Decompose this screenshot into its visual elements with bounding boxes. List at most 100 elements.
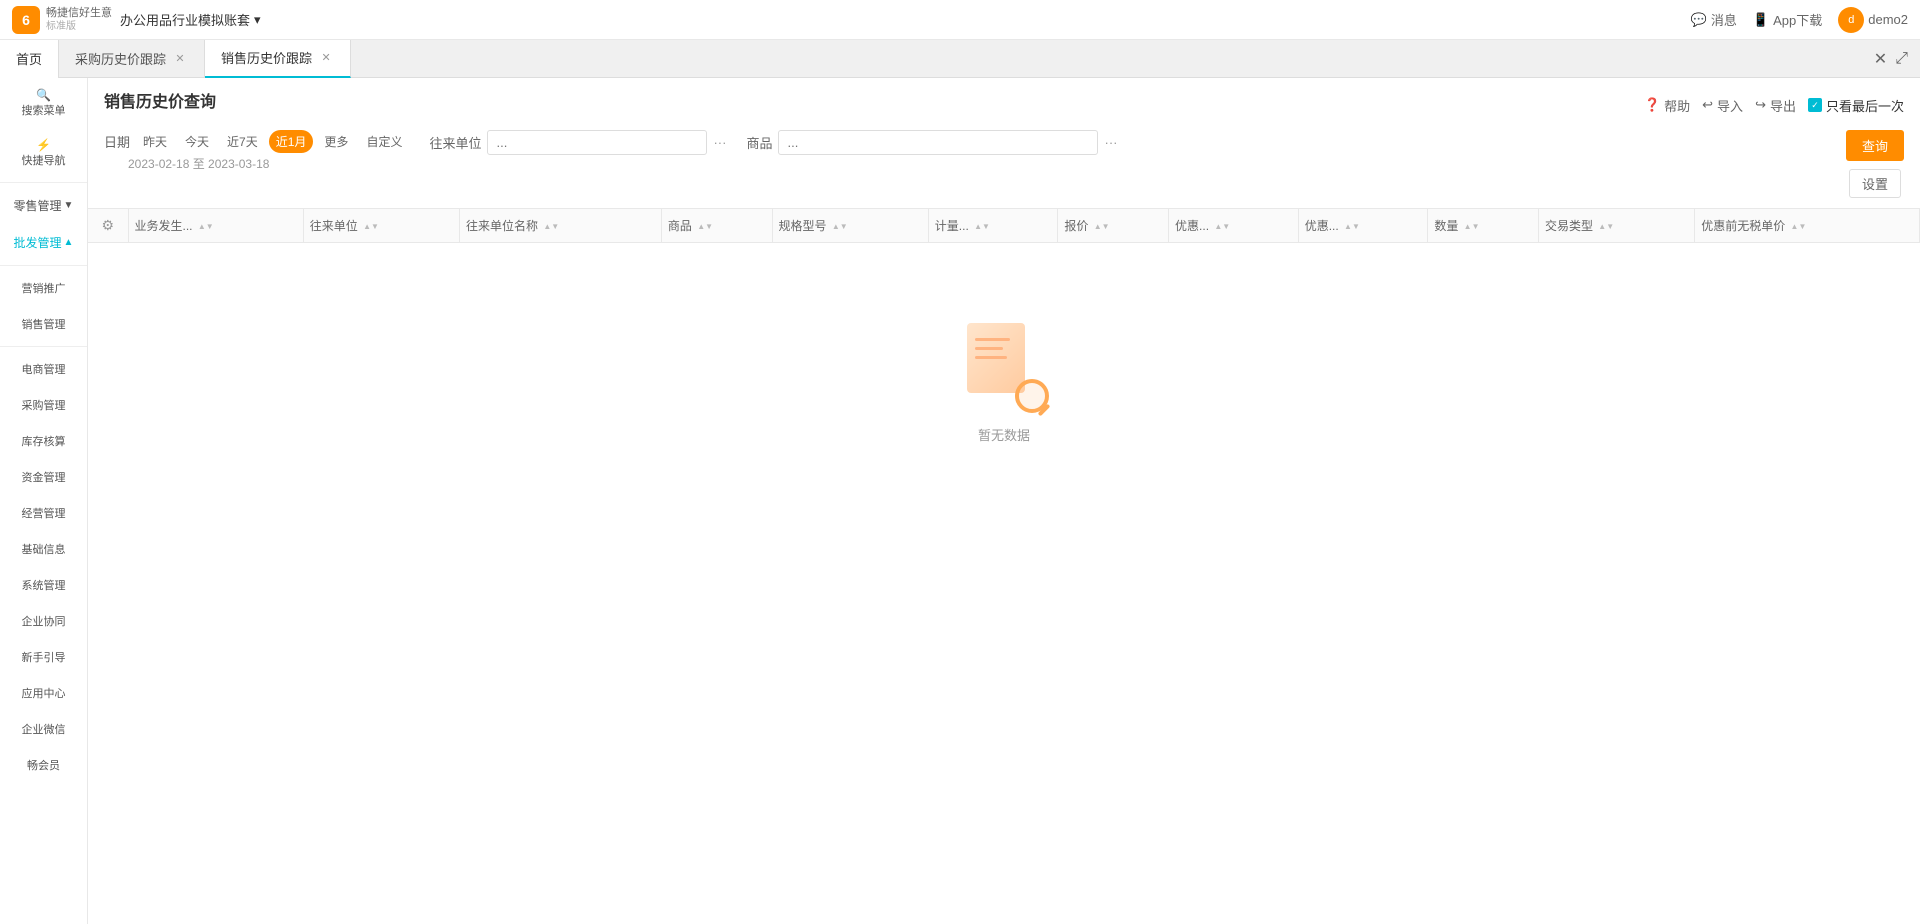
sidebar-divider-3 (0, 346, 87, 347)
th-discount2[interactable]: 优惠... ▲▼ (1298, 209, 1428, 243)
sidebar-item-ecom-mgmt[interactable]: 电商管理 (0, 351, 87, 387)
sort-icon: ▲▼ (543, 222, 559, 231)
sidebar-item-purchase-mgmt[interactable]: 采购管理 (0, 387, 87, 423)
maximize-icon[interactable]: ⤢ (1895, 50, 1908, 68)
query-button[interactable]: 查询 (1846, 130, 1904, 161)
data-table: ⚙ 业务发生... ▲▼ 往来单位 ▲▼ 往来单位名称 ▲▼ 商品 ▲▼ (88, 209, 1920, 243)
date-range-display: 2023-02-18 至 2023-03-18 (128, 155, 409, 172)
sidebar-item-retail-mgmt[interactable]: 零售管理 ▼ (0, 187, 87, 224)
sort-icon: ▲▼ (1464, 222, 1480, 231)
page-title: 销售历史价查询 (104, 88, 216, 112)
chevron-down-icon: ▾ (254, 12, 261, 28)
th-gear[interactable]: ⚙ (88, 209, 128, 243)
gear-icon[interactable]: ⚙ (101, 217, 114, 233)
th-unit[interactable]: 计量... ▲▼ (928, 209, 1058, 243)
partner-filter-group: 往来单位 ··· (429, 130, 726, 155)
product-label: 商品 (746, 133, 772, 152)
sort-icon: ▲▼ (1214, 222, 1230, 231)
search-bar: 日期 昨天 今天 近7天 近1月 更多 自定义 2023-02-18 至 202… (104, 130, 1904, 208)
sidebar-item-sales-mgmt[interactable]: 销售管理 (0, 306, 87, 342)
date-label: 日期 (104, 132, 130, 151)
th-qty[interactable]: 数量 ▲▼ (1428, 209, 1539, 243)
user-menu[interactable]: d demo2 (1838, 7, 1908, 33)
table-area: ⚙ 业务发生... ▲▼ 往来单位 ▲▼ 往来单位名称 ▲▼ 商品 ▲▼ (88, 209, 1920, 924)
sort-icon: ▲▼ (1791, 222, 1807, 231)
date-btn-today[interactable]: 今天 (178, 130, 216, 153)
product-filter-group: 商品 ··· (746, 130, 1117, 155)
logo-area: 6 畅捷信好生意 标准版 (12, 6, 112, 34)
date-btn-7days[interactable]: 近7天 (220, 130, 265, 153)
sidebar-item-vip-member[interactable]: 畅会员 (0, 747, 87, 783)
date-filter-group: 日期 昨天 今天 近7天 近1月 更多 自定义 2023-02-18 至 202… (104, 130, 409, 172)
sort-icon: ▲▼ (974, 222, 990, 231)
content-area: 销售历史价查询 ❓ 帮助 ↩ 导入 ↪ 导出 ✓ (88, 78, 1920, 924)
date-btn-more[interactable]: 更多 (317, 130, 355, 153)
th-partner-name[interactable]: 往来单位名称 ▲▼ (460, 209, 662, 243)
sidebar-item-wholesale-mgmt[interactable]: 批发管理 ▲ (0, 224, 87, 261)
sidebar-item-new-guide[interactable]: 新手引导 (0, 639, 87, 675)
tabbar-actions: ✕ ⤢ (1874, 49, 1920, 69)
close-sales-history-icon[interactable]: ✕ (318, 50, 334, 66)
tab-sales-history[interactable]: 销售历史价跟踪 ✕ (205, 40, 351, 78)
logo-text: 畅捷信好生意 标准版 (46, 6, 112, 33)
sidebar-item-quick-nav[interactable]: ⚡ 快捷导航 (0, 128, 87, 178)
th-quote[interactable]: 报价 ▲▼ (1058, 209, 1169, 243)
product-input[interactable] (778, 130, 1098, 155)
th-spec[interactable]: 规格型号 ▲▼ (772, 209, 928, 243)
sidebar-item-search-menu[interactable]: 🔍 搜索菜单 (0, 78, 87, 128)
main-layout: 🔍 搜索菜单 ⚡ 快捷导航 零售管理 ▼ 批发管理 ▲ 营销推广 销售管理 (0, 78, 1920, 924)
sort-icon: ▲▼ (697, 222, 713, 231)
sidebar-divider-2 (0, 265, 87, 266)
message-icon: 💬 (1691, 12, 1707, 28)
date-options: 昨天 今天 近7天 近1月 更多 自定义 (136, 130, 409, 153)
sidebar-item-app-center[interactable]: 应用中心 (0, 675, 87, 711)
import-button[interactable]: ↩ 导入 (1702, 96, 1743, 115)
empty-state: 暂无数据 (88, 243, 1920, 524)
content-header: 销售历史价查询 ❓ 帮助 ↩ 导入 ↪ 导出 ✓ (88, 78, 1920, 209)
partner-search-dots[interactable]: ··· (713, 135, 726, 150)
topbar-right: 💬 消息 📱 App下载 d demo2 (1691, 7, 1908, 33)
sort-icon: ▲▼ (198, 222, 214, 231)
close-all-tabs-icon[interactable]: ✕ (1874, 49, 1887, 69)
date-btn-1month[interactable]: 近1月 (269, 130, 314, 153)
close-purchase-history-icon[interactable]: ✕ (172, 51, 188, 67)
tab-purchase-history[interactable]: 采购历史价跟踪 ✕ (59, 40, 205, 78)
partner-label: 往来单位 (429, 133, 481, 152)
message-button[interactable]: 💬 消息 (1691, 10, 1737, 29)
only-last-checkbox-group[interactable]: ✓ 只看最后一次 (1808, 96, 1904, 115)
date-btn-yesterday[interactable]: 昨天 (136, 130, 174, 153)
partner-input[interactable] (487, 130, 707, 155)
sort-icon: ▲▼ (832, 222, 848, 231)
sidebar-item-enterprise-wechat[interactable]: 企业微信 (0, 711, 87, 747)
sidebar-item-marketing[interactable]: 营销推广 (0, 270, 87, 306)
sidebar: 🔍 搜索菜单 ⚡ 快捷导航 零售管理 ▼ 批发管理 ▲ 营销推广 销售管理 (0, 78, 88, 924)
export-icon: ↪ (1755, 97, 1766, 113)
settings-button[interactable]: 设置 (1849, 169, 1901, 198)
import-icon: ↩ (1702, 97, 1713, 113)
date-btn-custom[interactable]: 自定义 (359, 130, 409, 153)
logo-icon: 6 (12, 6, 40, 34)
sidebar-item-sys-mgmt[interactable]: 系统管理 (0, 567, 87, 603)
phone-icon: 📱 (1753, 12, 1769, 28)
sidebar-item-inventory[interactable]: 库存核算 (0, 423, 87, 459)
chevron-up-icon: ▲ (64, 237, 74, 248)
tab-home[interactable]: 首页 (0, 40, 59, 78)
th-biz-date[interactable]: 业务发生... ▲▼ (128, 209, 303, 243)
th-partner-code[interactable]: 往来单位 ▲▼ (303, 209, 459, 243)
help-button[interactable]: ❓ 帮助 (1644, 96, 1690, 115)
export-button[interactable]: ↪ 导出 (1755, 96, 1796, 115)
th-pre-tax-price[interactable]: 优惠前无税单价 ▲▼ (1695, 209, 1920, 243)
only-last-checkbox[interactable]: ✓ (1808, 98, 1822, 112)
tabbar: 首页 采购历史价跟踪 ✕ 销售历史价跟踪 ✕ ✕ ⤢ (0, 40, 1920, 78)
sidebar-item-ops-mgmt[interactable]: 经营管理 (0, 495, 87, 531)
product-search-dots[interactable]: ··· (1104, 135, 1117, 150)
app-download-button[interactable]: 📱 App下载 (1753, 10, 1822, 29)
sidebar-item-finance-mgmt[interactable]: 资金管理 (0, 459, 87, 495)
th-trade-type[interactable]: 交易类型 ▲▼ (1538, 209, 1694, 243)
sidebar-item-enterprise-collab[interactable]: 企业协同 (0, 603, 87, 639)
topbar-left: 6 畅捷信好生意 标准版 办公用品行业模拟账套 ▾ (12, 6, 261, 34)
workspace-selector[interactable]: 办公用品行业模拟账套 ▾ (120, 10, 261, 29)
th-product[interactable]: 商品 ▲▼ (661, 209, 772, 243)
th-discount1[interactable]: 优惠... ▲▼ (1169, 209, 1299, 243)
sidebar-item-basic-info[interactable]: 基础信息 (0, 531, 87, 567)
